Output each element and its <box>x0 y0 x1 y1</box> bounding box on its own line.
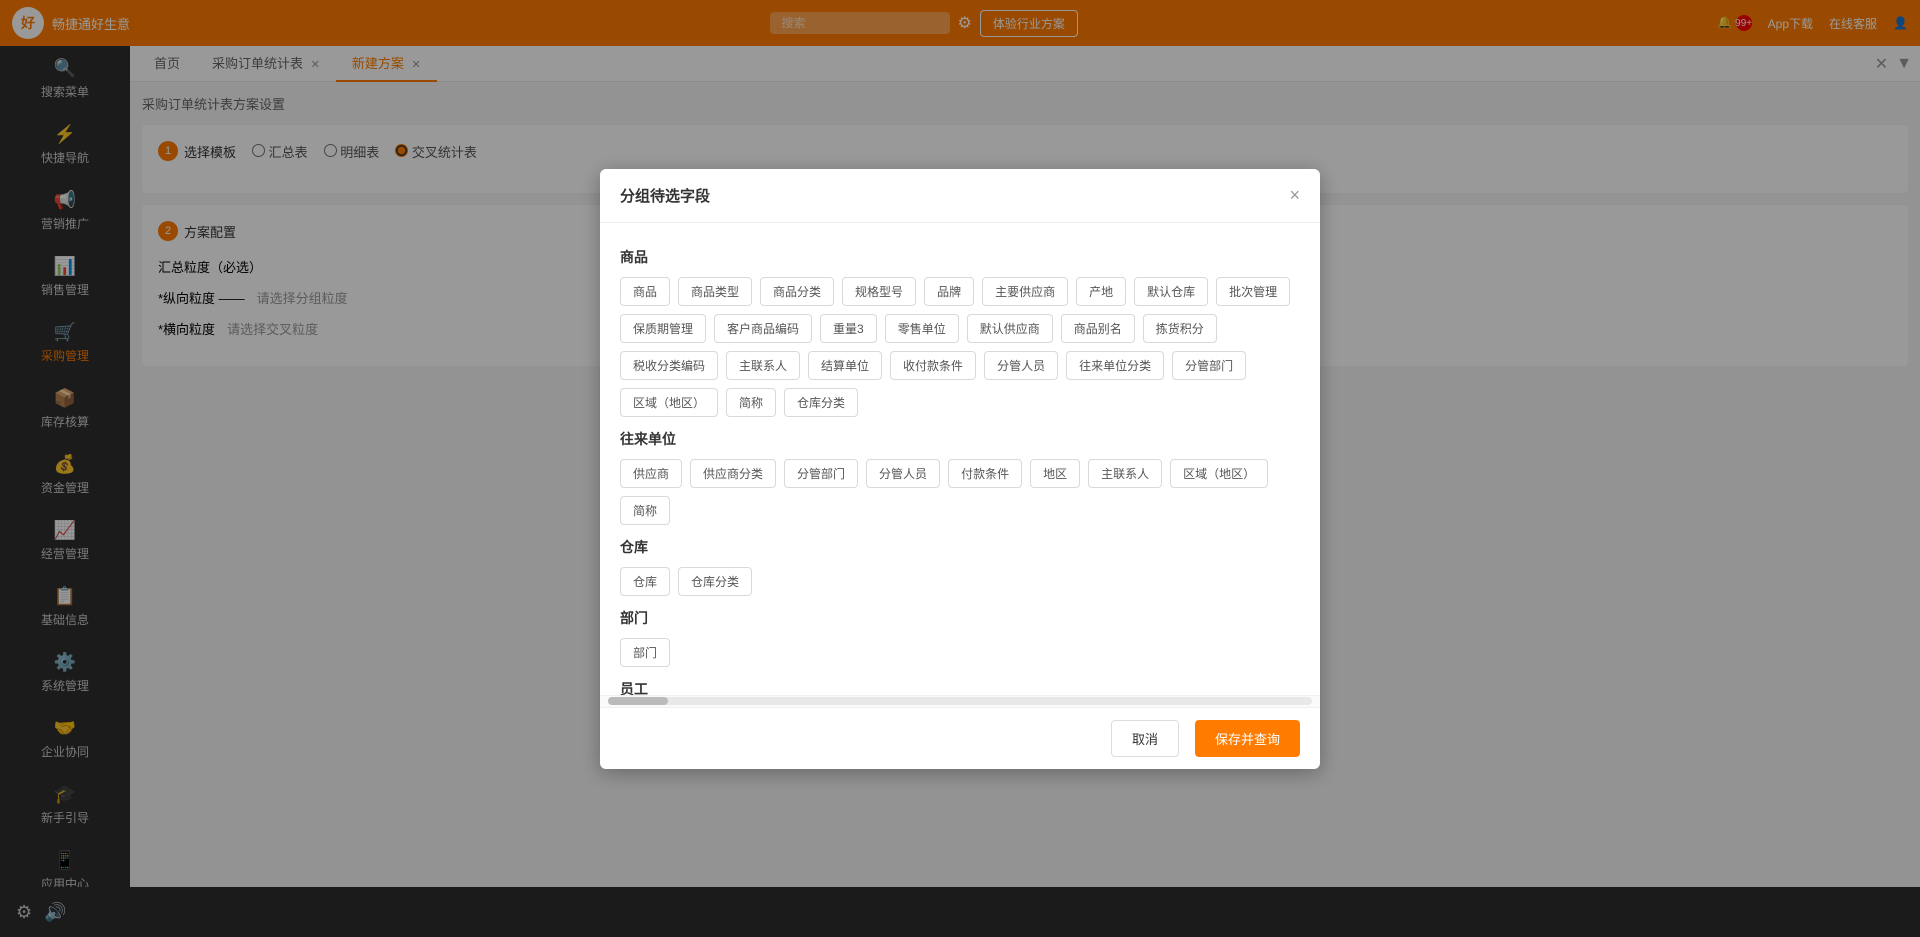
dialog-overlay: 分组待选字段 × 商品 商品 商品类型 商品分类 规格型号 品牌 主要供应商 产… <box>0 0 1920 937</box>
tag-spec-model[interactable]: 规格型号 <box>842 277 916 306</box>
tag-shelf-life[interactable]: 保质期管理 <box>620 314 706 343</box>
tag-managed-by[interactable]: 分管人员 <box>984 351 1058 380</box>
tag-warehouse[interactable]: 仓库 <box>620 567 670 596</box>
tag-person-partner[interactable]: 分管人员 <box>866 459 940 488</box>
dialog-close-button[interactable]: × <box>1289 185 1300 206</box>
tag-grid-partner: 供应商 供应商分类 分管部门 分管人员 付款条件 地区 主联系人 区域（地区） … <box>620 459 1300 525</box>
tag-warehouse-category[interactable]: 仓库分类 <box>784 388 858 417</box>
tag-short-name-goods[interactable]: 简称 <box>726 388 776 417</box>
save-query-button[interactable]: 保存并查询 <box>1195 720 1300 757</box>
section-title-goods: 商品 <box>620 247 1300 267</box>
tag-goods-category[interactable]: 商品分类 <box>760 277 834 306</box>
tag-origin[interactable]: 产地 <box>1076 277 1126 306</box>
tag-transaction-category[interactable]: 往来单位分类 <box>1066 351 1164 380</box>
tag-pick-points[interactable]: 拣货积分 <box>1143 314 1217 343</box>
tag-dept-partner[interactable]: 分管部门 <box>784 459 858 488</box>
tag-brand[interactable]: 品牌 <box>924 277 974 306</box>
tag-payment-cond[interactable]: 付款条件 <box>948 459 1022 488</box>
tag-warehouse-cat[interactable]: 仓库分类 <box>678 567 752 596</box>
tag-region2-partner[interactable]: 区域（地区） <box>1170 459 1268 488</box>
tag-retail-unit[interactable]: 零售单位 <box>885 314 959 343</box>
tag-supplier[interactable]: 供应商 <box>620 459 682 488</box>
tag-supplier-category[interactable]: 供应商分类 <box>690 459 776 488</box>
field-select-dialog: 分组待选字段 × 商品 商品 商品类型 商品分类 规格型号 品牌 主要供应商 产… <box>600 169 1320 769</box>
tag-short-name-partner[interactable]: 简称 <box>620 496 670 525</box>
dialog-header: 分组待选字段 × <box>600 169 1320 223</box>
tag-main-supplier[interactable]: 主要供应商 <box>982 277 1068 306</box>
cancel-button[interactable]: 取消 <box>1111 720 1179 757</box>
tag-main-contact[interactable]: 主联系人 <box>726 351 800 380</box>
tag-batch-mgmt[interactable]: 批次管理 <box>1216 277 1290 306</box>
tag-region-goods[interactable]: 区域（地区） <box>620 388 718 417</box>
tag-customer-code[interactable]: 客户商品编码 <box>714 314 812 343</box>
section-title-warehouse: 仓库 <box>620 537 1300 557</box>
section-title-employee: 员工 <box>620 679 1300 695</box>
tag-weight3[interactable]: 重量3 <box>820 314 877 343</box>
section-title-partner: 往来单位 <box>620 429 1300 449</box>
tag-default-supplier[interactable]: 默认供应商 <box>967 314 1053 343</box>
tag-goods[interactable]: 商品 <box>620 277 670 306</box>
tag-managed-dept[interactable]: 分管部门 <box>1172 351 1246 380</box>
tag-main-contact-partner[interactable]: 主联系人 <box>1088 459 1162 488</box>
tag-settlement-unit[interactable]: 结算单位 <box>808 351 882 380</box>
tag-region-partner[interactable]: 地区 <box>1030 459 1080 488</box>
dialog-body: 商品 商品 商品类型 商品分类 规格型号 品牌 主要供应商 产地 默认仓库 批次… <box>600 223 1320 695</box>
tag-dept[interactable]: 部门 <box>620 638 670 667</box>
tag-payment-terms[interactable]: 收付款条件 <box>890 351 976 380</box>
dialog-title: 分组待选字段 <box>620 185 710 206</box>
tag-goods-alias[interactable]: 商品别名 <box>1061 314 1135 343</box>
tag-tax-code[interactable]: 税收分类编码 <box>620 351 718 380</box>
section-title-dept: 部门 <box>620 608 1300 628</box>
dialog-action-bar: 取消 保存并查询 <box>600 707 1320 769</box>
tag-grid-goods: 商品 商品类型 商品分类 规格型号 品牌 主要供应商 产地 默认仓库 批次管理 … <box>620 277 1300 417</box>
tag-goods-type[interactable]: 商品类型 <box>678 277 752 306</box>
tag-default-warehouse[interactable]: 默认仓库 <box>1134 277 1208 306</box>
dialog-horizontal-scrollbar[interactable] <box>600 695 1320 707</box>
tag-grid-warehouse: 仓库 仓库分类 <box>620 567 1300 596</box>
tag-grid-dept: 部门 <box>620 638 1300 667</box>
